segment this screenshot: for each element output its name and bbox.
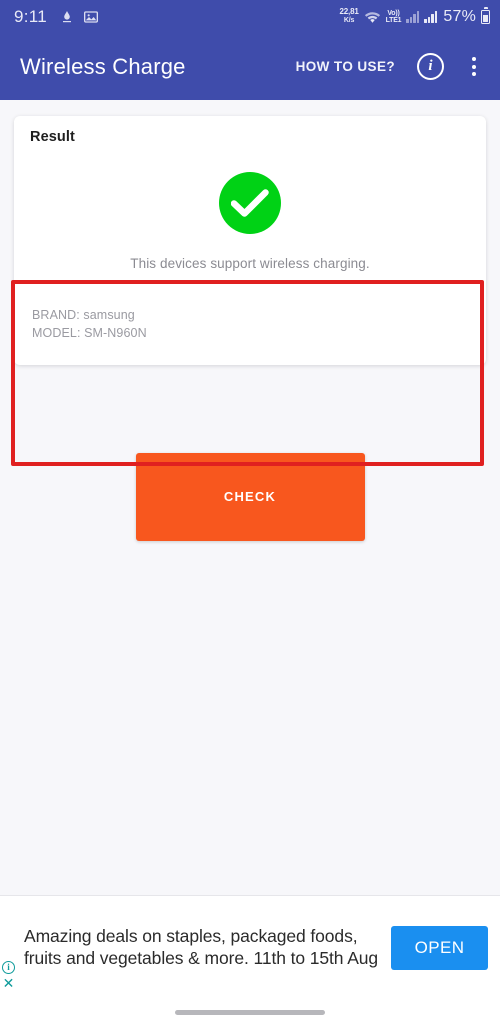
home-indicator-pill[interactable] xyxy=(175,1009,325,1015)
volte-indicator: Vo)) LTE1 xyxy=(386,10,402,24)
how-to-use-button[interactable]: HOW TO USE? xyxy=(296,59,395,74)
checkmark-glyph xyxy=(231,189,269,217)
wifi-icon xyxy=(364,11,380,23)
info-icon[interactable]: i xyxy=(417,53,444,80)
main-content: Result This devices support wireless cha… xyxy=(0,100,500,895)
ad-banner[interactable]: i ✕ Amazing deals on staples, packaged f… xyxy=(0,895,500,1000)
result-card: Result This devices support wireless cha… xyxy=(14,116,486,365)
network-speed-indicator: 22,81 K/s xyxy=(340,8,359,25)
network-speed-value: 22,81 xyxy=(339,7,359,16)
green-check-circle-icon xyxy=(219,172,281,234)
page-title: Wireless Charge xyxy=(20,53,186,79)
battery-icon xyxy=(481,7,490,24)
device-info: BRAND: samsung MODEL: SM-N960N xyxy=(14,307,486,343)
volte-line-2: LTE1 xyxy=(385,16,402,24)
device-brand: BRAND: samsung xyxy=(32,308,135,322)
ad-open-button[interactable]: OPEN xyxy=(391,926,488,970)
photo-icon xyxy=(84,10,99,23)
network-speed-unit: K/s xyxy=(343,17,355,24)
status-bar: 9:11 22,81 K/s Vo)) LTE1 57% xyxy=(0,0,500,33)
result-card-header: Result xyxy=(30,129,75,145)
signal-bars-sim2-icon xyxy=(424,10,438,23)
check-button-container: CHECK xyxy=(14,452,486,541)
ad-choices-controls: i ✕ xyxy=(2,961,15,990)
result-message: This devices support wireless charging. xyxy=(130,256,370,271)
app-bar: Wireless Charge HOW TO USE? i xyxy=(0,33,500,100)
download-icon xyxy=(63,10,72,22)
battery-percentage: 57% xyxy=(443,7,476,25)
status-bar-clock: 9:11 xyxy=(14,6,48,26)
result-card-body: This devices support wireless charging. … xyxy=(14,154,486,365)
device-model: MODEL: SM-N960N xyxy=(32,325,147,340)
phone-screen: 9:11 22,81 K/s Vo)) LTE1 57% Wireless Ch… xyxy=(0,0,500,1024)
system-navigation-bar xyxy=(0,1000,500,1024)
ad-text: Amazing deals on staples, packaged foods… xyxy=(24,926,379,968)
ad-info-icon[interactable]: i xyxy=(2,961,15,974)
signal-bars-sim1-icon xyxy=(406,10,420,23)
ad-close-icon[interactable]: ✕ xyxy=(3,976,15,990)
check-button[interactable]: CHECK xyxy=(135,452,365,541)
volte-line-1: Vo)) xyxy=(387,9,400,17)
status-bar-notification-icons xyxy=(59,9,99,25)
status-bar-system-icons: 22,81 K/s Vo)) LTE1 57% xyxy=(340,7,490,26)
kebab-menu-icon[interactable] xyxy=(464,57,484,76)
